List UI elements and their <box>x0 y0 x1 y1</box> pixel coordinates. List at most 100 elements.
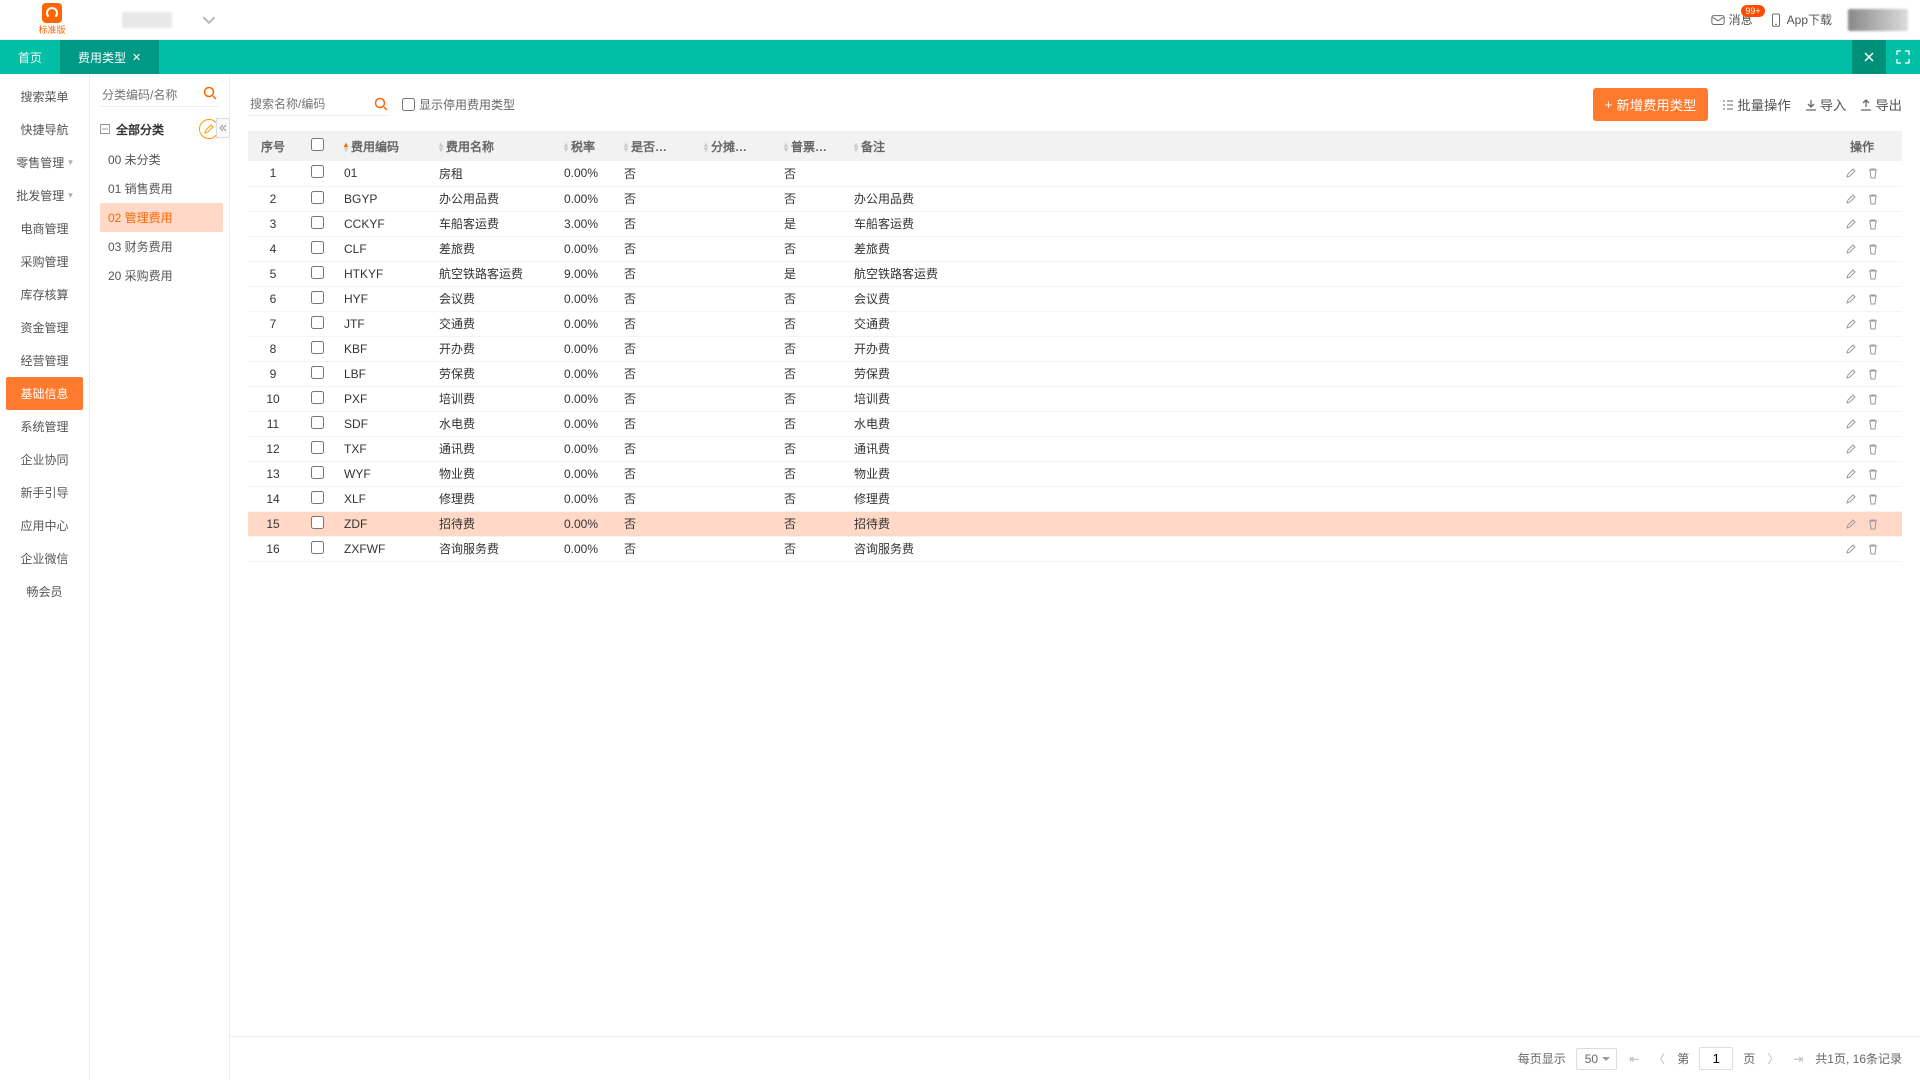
row-checkbox[interactable] <box>311 366 324 379</box>
delete-row-button[interactable] <box>1867 193 1879 205</box>
nav-item[interactable]: 新手引导 <box>0 476 89 509</box>
th-remark[interactable]: ▴▾备注 <box>846 131 1822 161</box>
table-row[interactable]: 8KBF开办费0.00%否否开办费 <box>248 336 1902 361</box>
th-name[interactable]: ▴▾费用名称 <box>431 131 556 161</box>
nav-item[interactable]: 系统管理 <box>0 410 89 443</box>
edit-row-button[interactable] <box>1845 368 1857 380</box>
edit-row-button[interactable] <box>1845 493 1857 505</box>
category-search-input[interactable] <box>100 84 219 107</box>
pager-first-button[interactable]: ⇤ <box>1627 1052 1641 1066</box>
row-checkbox[interactable] <box>311 391 324 404</box>
table-row[interactable]: 9LBF劳保费0.00%否否劳保费 <box>248 361 1902 386</box>
nav-item[interactable]: 快捷导航 <box>0 113 89 146</box>
import-button[interactable]: 导入 <box>1805 95 1847 114</box>
delete-row-button[interactable] <box>1867 393 1879 405</box>
th-code[interactable]: ▴▾费用编码 <box>336 131 431 161</box>
batch-ops-button[interactable]: 批量操作 <box>1722 95 1790 114</box>
th-index[interactable]: 序号 <box>248 131 298 161</box>
collapse-panel-button[interactable] <box>216 118 230 138</box>
search-icon[interactable] <box>203 86 217 100</box>
delete-row-button[interactable] <box>1867 167 1879 179</box>
edit-row-button[interactable] <box>1845 268 1857 280</box>
row-checkbox[interactable] <box>311 416 324 429</box>
delete-row-button[interactable] <box>1867 293 1879 305</box>
table-row[interactable]: 12TXF通讯费0.00%否否通讯费 <box>248 436 1902 461</box>
delete-row-button[interactable] <box>1867 218 1879 230</box>
table-row[interactable]: 14XLF修理费0.00%否否修理费 <box>248 486 1902 511</box>
delete-row-button[interactable] <box>1867 318 1879 330</box>
fullscreen-button[interactable] <box>1886 40 1920 74</box>
row-checkbox[interactable] <box>311 441 324 454</box>
row-checkbox[interactable] <box>311 541 324 554</box>
row-checkbox[interactable] <box>311 241 324 254</box>
table-row[interactable]: 11SDF水电费0.00%否否水电费 <box>248 411 1902 436</box>
nav-item[interactable]: 电商管理 <box>0 212 89 245</box>
edit-row-button[interactable] <box>1845 343 1857 355</box>
th-rate[interactable]: ▴▾税率 <box>556 131 616 161</box>
category-item[interactable]: 01 销售费用 <box>100 174 223 203</box>
edit-row-button[interactable] <box>1845 518 1857 530</box>
table-row[interactable]: 16ZXFWF咨询服务费0.00%否否咨询服务费 <box>248 536 1902 561</box>
nav-item[interactable]: 零售管理▾ <box>0 146 89 179</box>
close-icon[interactable]: ✕ <box>132 51 141 64</box>
table-row[interactable]: 13WYF物业费0.00%否否物业费 <box>248 461 1902 486</box>
nav-item[interactable]: 应用中心 <box>0 509 89 542</box>
row-checkbox[interactable] <box>311 291 324 304</box>
category-item[interactable]: 20 采购费用 <box>100 261 223 290</box>
app-download-button[interactable]: App下载 <box>1769 11 1832 28</box>
category-item[interactable]: 00 未分类 <box>100 145 223 174</box>
pager-prev-button[interactable]: 〈 <box>1651 1050 1667 1067</box>
show-disabled-toggle[interactable]: 显示停用费用类型 <box>402 96 515 113</box>
nav-item[interactable]: 基础信息 <box>6 377 83 410</box>
th-share[interactable]: ▴▾分摊… <box>696 131 776 161</box>
table-row[interactable]: 3CCKYF车船客运费3.00%否是车船客运费 <box>248 211 1902 236</box>
edit-row-button[interactable] <box>1845 318 1857 330</box>
edit-row-button[interactable] <box>1845 418 1857 430</box>
nav-item[interactable]: 资金管理 <box>0 311 89 344</box>
user-avatar[interactable] <box>1848 9 1908 31</box>
nav-item[interactable]: 采购管理 <box>0 245 89 278</box>
nav-item[interactable]: 搜索菜单 <box>0 80 89 113</box>
table-row[interactable]: 10PXF培训费0.00%否否培训费 <box>248 386 1902 411</box>
edit-row-button[interactable] <box>1845 167 1857 179</box>
row-checkbox[interactable] <box>311 491 324 504</box>
row-checkbox[interactable] <box>311 266 324 279</box>
table-row[interactable]: 5HTKYF航空铁路客运费9.00%否是航空铁路客运费 <box>248 261 1902 286</box>
table-row[interactable]: 7JTF交通费0.00%否否交通费 <box>248 311 1902 336</box>
edit-row-button[interactable] <box>1845 193 1857 205</box>
th-ticket[interactable]: ▴▾普票… <box>776 131 846 161</box>
pager-next-button[interactable]: 〉 <box>1765 1050 1781 1067</box>
nav-item[interactable]: 经营管理 <box>0 344 89 377</box>
delete-row-button[interactable] <box>1867 243 1879 255</box>
edit-row-button[interactable] <box>1845 243 1857 255</box>
delete-row-button[interactable] <box>1867 368 1879 380</box>
table-row[interactable]: 2BGYP办公用品费0.00%否否办公用品费 <box>248 186 1902 211</box>
row-checkbox[interactable] <box>311 316 324 329</box>
delete-row-button[interactable] <box>1867 343 1879 355</box>
tab-fee-type[interactable]: 费用类型 ✕ <box>60 40 159 74</box>
row-checkbox[interactable] <box>311 216 324 229</box>
nav-item[interactable]: 库存核算 <box>0 278 89 311</box>
nav-item[interactable]: 企业协同 <box>0 443 89 476</box>
nav-item[interactable]: 批发管理▾ <box>0 179 89 212</box>
delete-row-button[interactable] <box>1867 268 1879 280</box>
table-row[interactable]: 6HYF会议费0.00%否否会议费 <box>248 286 1902 311</box>
table-search-input[interactable] <box>248 93 388 116</box>
edit-row-button[interactable] <box>1845 543 1857 555</box>
row-checkbox[interactable] <box>311 341 324 354</box>
category-all-row[interactable]: 全部分类 <box>90 113 229 145</box>
search-icon[interactable] <box>374 97 388 111</box>
table-row[interactable]: 15ZDF招待费0.00%否否招待费 <box>248 511 1902 536</box>
nav-item[interactable]: 畅会员 <box>0 575 89 608</box>
pager-last-button[interactable]: ⇥ <box>1791 1052 1805 1066</box>
org-selector[interactable] <box>112 12 226 28</box>
row-checkbox[interactable] <box>311 516 324 529</box>
edit-row-button[interactable] <box>1845 443 1857 455</box>
add-fee-type-button[interactable]: + 新增费用类型 <box>1593 88 1709 121</box>
export-button[interactable]: 导出 <box>1860 95 1902 114</box>
row-checkbox[interactable] <box>311 165 324 178</box>
page-input[interactable] <box>1699 1047 1733 1070</box>
edit-row-button[interactable] <box>1845 218 1857 230</box>
delete-row-button[interactable] <box>1867 518 1879 530</box>
nav-item[interactable]: 企业微信 <box>0 542 89 575</box>
